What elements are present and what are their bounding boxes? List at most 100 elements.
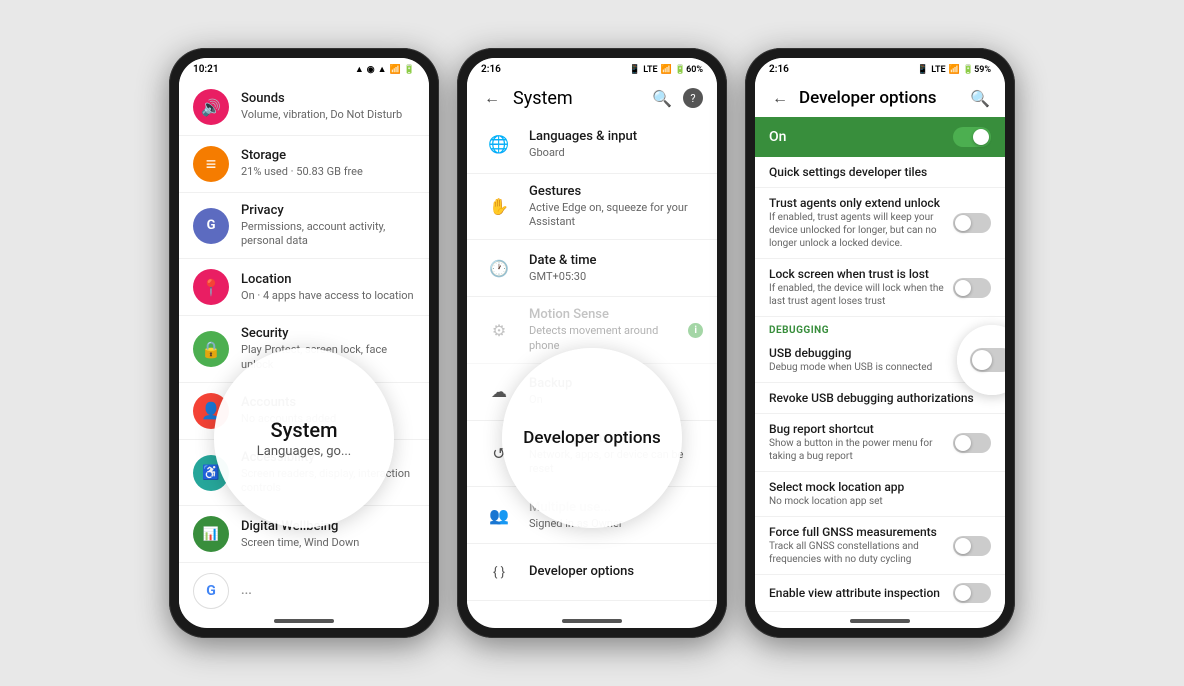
item-title: Storage xyxy=(241,148,415,165)
dev-list-item[interactable]: Bug report shortcut Show a button in the… xyxy=(755,414,1005,472)
item-subtitle: If enabled, trust agents will keep your … xyxy=(769,211,945,250)
item-title: Date & time xyxy=(529,253,703,270)
phone1-circle-subtitle: Languages, go... xyxy=(257,444,351,459)
dev-list-item[interactable]: Revoke USB debugging authorizations xyxy=(755,383,1005,414)
dev-list-item[interactable]: Select debug app xyxy=(755,612,1005,614)
phone1-settings-list: 🔊 Sounds Volume, vibration, Do Not Distu… xyxy=(179,79,429,614)
dev-list-item[interactable]: Select mock location app No mock locatio… xyxy=(755,472,1005,517)
usb-debugging-toggle[interactable] xyxy=(970,348,1005,372)
dev-list-item[interactable]: Lock screen when trust is lost If enable… xyxy=(755,259,1005,317)
security-icon: 🔒 xyxy=(193,331,229,367)
view-attr-toggle[interactable] xyxy=(953,583,991,603)
sysupdate-icon: 📱 xyxy=(481,611,517,614)
motion-icon: ⚙ xyxy=(481,312,517,348)
trust-agents-toggle[interactable] xyxy=(953,213,991,233)
dev-on-bar: On xyxy=(755,117,1005,157)
phone1-circle-title: System xyxy=(271,418,338,442)
google-icon: G xyxy=(193,573,229,609)
phone2-screen: 2:16 📱 LTE 📶 🔋60% ← System 🔍 ? 🌐 xyxy=(467,58,717,628)
digital-wellbeing-icon: 📊 xyxy=(193,516,229,552)
list-item[interactable]: { } Developer options xyxy=(467,544,717,601)
item-title: Bug report shortcut xyxy=(769,422,945,436)
phone3-home-indicator xyxy=(850,619,910,623)
item-title: Enable view attribute inspection xyxy=(769,586,945,600)
phone2-time: 2:16 xyxy=(481,64,501,75)
lock-screen-toggle[interactable] xyxy=(953,278,991,298)
gnss-toggle[interactable] xyxy=(953,536,991,556)
phone2-screen-title: System xyxy=(513,88,641,109)
list-item[interactable]: 🕐 Date & time GMT+05:30 xyxy=(467,240,717,297)
item-subtitle: 21% used · 50.83 GB free xyxy=(241,165,415,179)
list-item[interactable]: 🔊 Sounds Volume, vibration, Do Not Distu… xyxy=(179,79,429,136)
item-title: Select mock location app xyxy=(769,480,991,494)
phone3-screen: 2:16 📱 LTE 📶 🔋59% ← Developer options 🔍 … xyxy=(755,58,1005,628)
phone3-app-bar: ← Developer options 🔍 xyxy=(755,79,1005,117)
item-title: Motion Sense xyxy=(529,307,676,324)
sound-icon: 🔊 xyxy=(193,89,229,125)
search-button[interactable]: 🔍 xyxy=(969,87,991,109)
dev-list-item[interactable]: Quick settings developer tiles xyxy=(755,157,1005,188)
phone2-wrapper: 2:16 📱 LTE 📶 🔋60% ← System 🔍 ? 🌐 xyxy=(457,48,727,638)
list-item[interactable]: 🌐 Languages & input Gboard xyxy=(467,117,717,174)
privacy-icon: G xyxy=(193,208,229,244)
developer-options-item: Developer options xyxy=(529,564,703,581)
phone1-home-indicator xyxy=(274,619,334,623)
phone1-time: 10:21 xyxy=(193,64,219,75)
datetime-icon: 🕐 xyxy=(481,250,517,286)
back-button[interactable]: ← xyxy=(769,87,791,109)
dev-list-item[interactable]: USB debugging Debug mode when USB is con… xyxy=(755,338,1005,383)
gestures-icon: ✋ xyxy=(481,189,517,225)
phone3: 2:16 📱 LTE 📶 🔋59% ← Developer options 🔍 … xyxy=(745,48,1015,638)
dev-list-item[interactable]: Enable view attribute inspection xyxy=(755,575,1005,612)
phone3-wrapper: 2:16 📱 LTE 📶 🔋59% ← Developer options 🔍 … xyxy=(745,48,1015,638)
item-subtitle: On · 4 apps have access to location xyxy=(241,289,415,303)
item-title: Location xyxy=(241,272,415,289)
item-title: Privacy xyxy=(241,203,415,220)
developer-icon: { } xyxy=(481,554,517,590)
back-button[interactable]: ← xyxy=(481,87,503,109)
phone2-status-icons: 📱 LTE 📶 🔋60% xyxy=(629,65,703,75)
phone1-circle-overlay: System Languages, go... xyxy=(214,348,394,528)
phone1-screen: 10:21 ▲ ◉ ▲ 📶 🔋 🔊 Sounds Volume, vibrati… xyxy=(179,58,429,628)
multiuser-icon: 👥 xyxy=(481,497,517,533)
phone3-status-bar: 2:16 📱 LTE 📶 🔋59% xyxy=(755,58,1005,79)
developer-on-toggle[interactable] xyxy=(953,127,991,147)
list-item[interactable]: ≡ Storage 21% used · 50.83 GB free xyxy=(179,136,429,193)
phone2-circle-overlay: Developer options xyxy=(502,348,682,528)
item-title: Quick settings developer tiles xyxy=(769,165,991,179)
phone2-circle-title: Developer options xyxy=(523,428,660,448)
item-subtitle: Permissions, account activity, personal … xyxy=(241,220,415,249)
list-item[interactable]: ✋ Gestures Active Edge on, squeeze for y… xyxy=(467,174,717,240)
list-item[interactable]: G ... xyxy=(179,563,429,614)
search-button[interactable]: 🔍 xyxy=(651,87,673,109)
item-title: Sounds xyxy=(241,91,415,108)
item-subtitle: Volume, vibration, Do Not Disturb xyxy=(241,108,415,122)
item-title: Security xyxy=(241,326,415,343)
list-item[interactable]: 📍 Location On · 4 apps have access to lo… xyxy=(179,259,429,316)
dev-list-item[interactable]: Trust agents only extend unlock If enabl… xyxy=(755,188,1005,259)
phone2-app-bar: ← System 🔍 ? xyxy=(467,79,717,117)
phone3-time: 2:16 xyxy=(769,64,789,75)
item-subtitle: Track all GNSS constellations and freque… xyxy=(769,540,945,566)
bug-report-toggle[interactable] xyxy=(953,433,991,453)
list-item[interactable]: G Privacy Permissions, account activity,… xyxy=(179,193,429,259)
help-button[interactable]: ? xyxy=(683,88,703,108)
list-item[interactable]: 📱 ...tem update xyxy=(467,601,717,614)
motion-info-badge: i xyxy=(688,323,703,338)
phone1: 10:21 ▲ ◉ ▲ 📶 🔋 🔊 Sounds Volume, vibrati… xyxy=(169,48,439,638)
toggle-knob xyxy=(973,129,989,145)
phone1-status-bar: 10:21 ▲ ◉ ▲ 📶 🔋 xyxy=(179,58,429,79)
lang-icon: 🌐 xyxy=(481,127,517,163)
storage-icon: ≡ xyxy=(193,146,229,182)
item-title: Lock screen when trust is lost xyxy=(769,267,945,281)
item-subtitle: Show a button in the power menu for taki… xyxy=(769,437,945,463)
item-title: Trust agents only extend unlock xyxy=(769,196,945,210)
item-subtitle: Gboard xyxy=(529,146,703,160)
location-icon: 📍 xyxy=(193,269,229,305)
phone1-status-icons: ▲ ◉ ▲ 📶 🔋 xyxy=(355,64,415,75)
phone1-wrapper: 10:21 ▲ ◉ ▲ 📶 🔋 🔊 Sounds Volume, vibrati… xyxy=(169,48,439,638)
item-subtitle: If enabled, the device will lock when th… xyxy=(769,282,945,308)
item-title: Gestures xyxy=(529,184,703,201)
dev-list-item[interactable]: Force full GNSS measurements Track all G… xyxy=(755,517,1005,575)
item-subtitle: Screen time, Wind Down xyxy=(241,536,415,550)
